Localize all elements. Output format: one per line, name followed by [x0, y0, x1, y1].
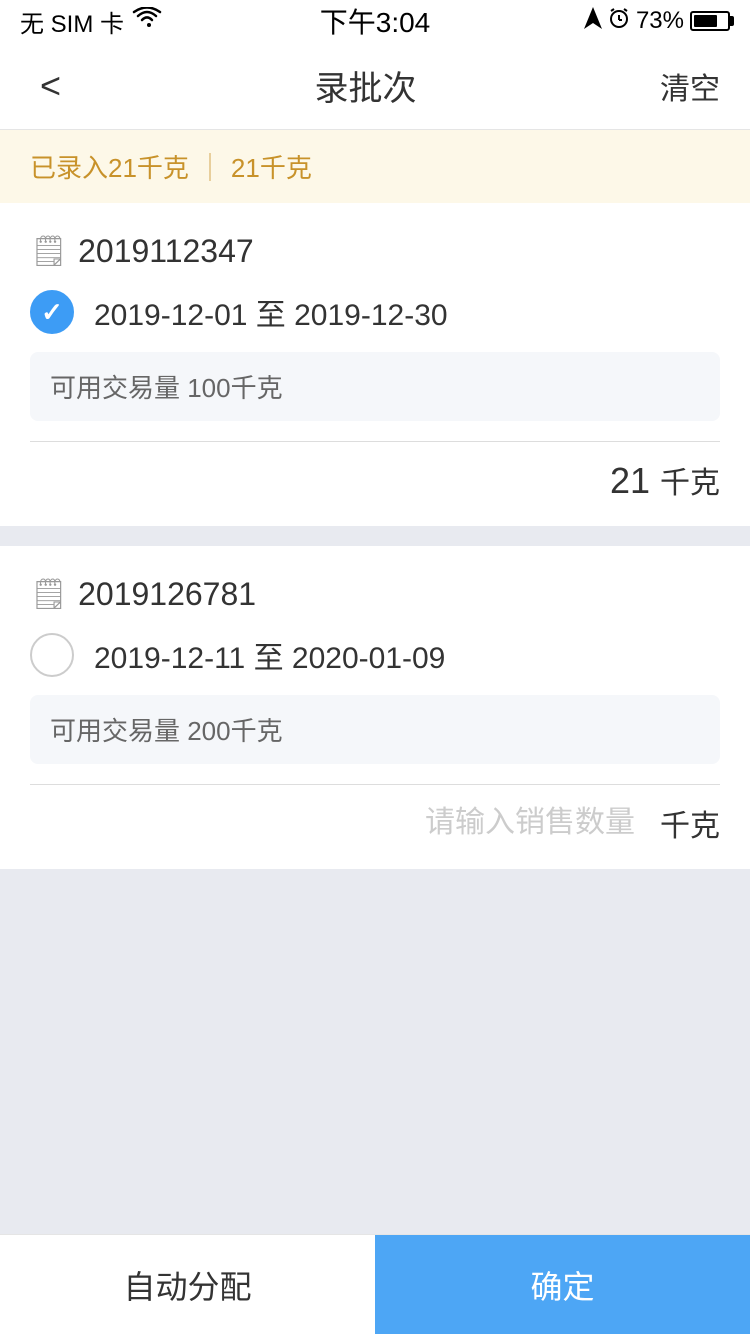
back-button[interactable]: <: [30, 55, 71, 117]
batch-doc-icon-2: 🗒: [30, 577, 68, 612]
confirm-button[interactable]: 确定: [375, 1235, 750, 1334]
batch-card-2: 🗒 2019126781 2019-12-11 至 2020-01-09 可用交…: [0, 546, 750, 869]
status-time: 下午3:04: [320, 1, 431, 41]
batch-date-2: 2019-12-11 至 2020-01-09: [94, 633, 445, 677]
batch-card-1: 🗒 2019112347 2019-12-01 至 2019-12-30 可用交…: [0, 203, 750, 526]
batch-available-1: 可用交易量 100千克: [30, 352, 720, 421]
location-icon: [584, 7, 602, 36]
info-divider: [209, 153, 211, 181]
batch-doc-icon-1: 🗒: [30, 234, 68, 269]
alarm-icon: [608, 7, 630, 36]
radio-btn-1[interactable]: [30, 290, 74, 334]
wifi-icon: [132, 7, 162, 36]
status-right: 73%: [584, 7, 730, 36]
nav-bar: < 录批次 清空: [0, 42, 750, 130]
batch-id-1: 2019112347: [78, 233, 254, 270]
sim-text: 无 SIM 卡: [20, 4, 124, 39]
qty-input-2[interactable]: [250, 806, 650, 840]
auto-distribute-button[interactable]: 自动分配: [0, 1235, 375, 1334]
batch-header-2: 🗒 2019126781: [0, 546, 750, 623]
bottom-bar: 自动分配 确定: [0, 1234, 750, 1334]
input-row-2[interactable]: 千克: [0, 785, 750, 869]
batch-header-1: 🗒 2019112347: [0, 203, 750, 280]
batch-row-2: 2019-12-11 至 2020-01-09: [0, 623, 750, 687]
battery-icon: [690, 11, 730, 31]
input-unit-2: 千克: [660, 801, 720, 845]
amount-value-1: 21: [610, 460, 650, 502]
info-value: 21千克: [231, 148, 312, 185]
batch-available-2: 可用交易量 200千克: [30, 695, 720, 764]
info-banner: 已录入21千克 21千克: [0, 130, 750, 203]
amount-row-1: 21 千克: [0, 442, 750, 526]
batch-row-1: 2019-12-01 至 2019-12-30: [0, 280, 750, 344]
radio-btn-2[interactable]: [30, 633, 74, 677]
card-divider: [0, 526, 750, 546]
batch-id-2: 2019126781: [78, 576, 256, 613]
amount-unit-1: 千克: [660, 458, 720, 502]
batch-date-1: 2019-12-01 至 2019-12-30: [94, 290, 448, 334]
page-title: 录批次: [315, 61, 417, 110]
clear-button[interactable]: 清空: [660, 64, 720, 108]
battery-percent: 73%: [636, 7, 684, 35]
info-label: 已录入21千克: [30, 148, 189, 185]
status-left: 无 SIM 卡: [20, 4, 162, 39]
status-bar: 无 SIM 卡 下午3:04 73%: [0, 0, 750, 42]
content-wrapper: 🗒 2019112347 2019-12-01 至 2019-12-30 可用交…: [0, 203, 750, 1307]
